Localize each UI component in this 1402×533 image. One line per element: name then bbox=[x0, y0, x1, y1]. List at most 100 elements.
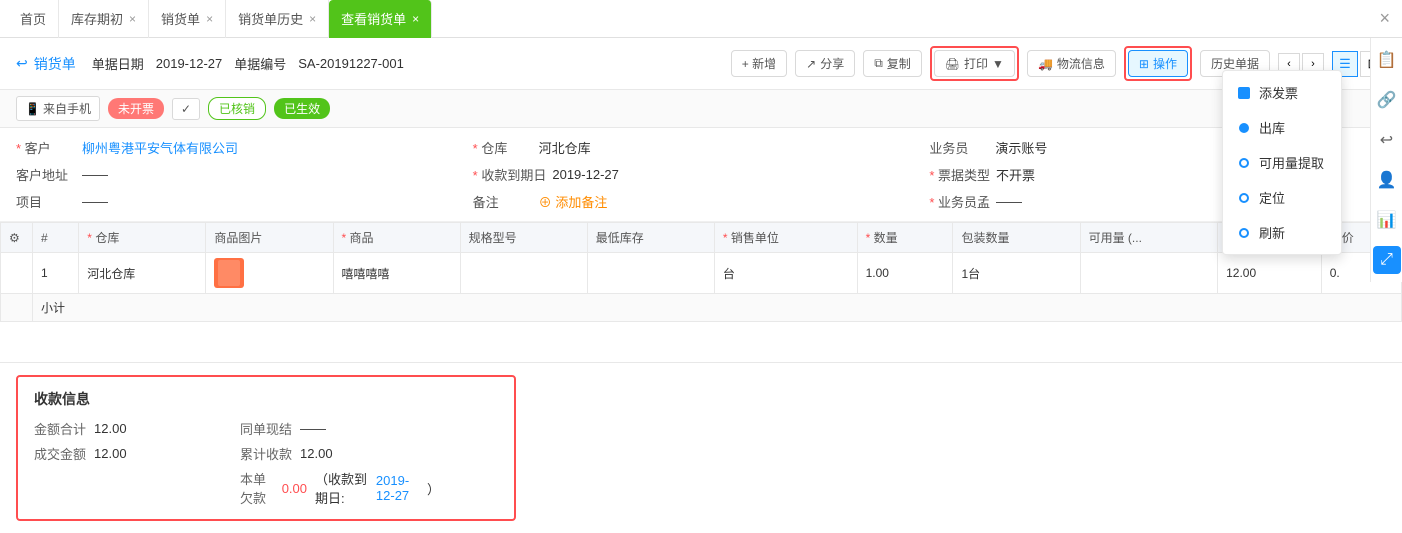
logistics-button[interactable]: 🚚 物流信息 bbox=[1027, 50, 1116, 77]
date-value: 2019-12-27 bbox=[156, 56, 223, 71]
tab-close-inventory[interactable]: × bbox=[129, 12, 136, 26]
row-min-stock-cell bbox=[587, 253, 714, 294]
confirm-icon: ✓ bbox=[181, 102, 191, 116]
form-row-2: 客户地址 —— 收款到期日 2019-12-27 票据类型 不开票 bbox=[16, 165, 1386, 184]
number-value: SA-20191227-001 bbox=[298, 56, 404, 71]
print-icon: 🖨 bbox=[945, 57, 960, 71]
ops-bar: 📱 来自手机 未开票 ✓ 已核销 已生效 bbox=[0, 90, 1402, 128]
customer-field: 客户 柳州粤港平安气体有限公司 bbox=[16, 138, 473, 157]
col-warehouse: 仓库 bbox=[79, 223, 206, 253]
share-icon: ↗ bbox=[806, 57, 816, 71]
customer-label: 客户 bbox=[16, 138, 76, 157]
add-note-button[interactable]: ⊕ 添加备注 bbox=[539, 192, 608, 211]
tab-view-sales[interactable]: 查看销货单 × bbox=[329, 0, 432, 38]
sidebar-icon-2[interactable]: 🔗 bbox=[1373, 86, 1401, 114]
table-section: ⚙ # 仓库 商品图片 商品 规格型号 最低库存 销售单位 数量 包装数量 可用… bbox=[0, 222, 1402, 362]
customer-value[interactable]: 柳州粤港平安气体有限公司 bbox=[82, 138, 238, 157]
sidebar-expand-button[interactable]: ⤢ bbox=[1373, 246, 1401, 274]
row-warehouse-cell: 河北仓库 bbox=[79, 253, 206, 294]
payment-date-value: 2019-12-27 bbox=[552, 167, 619, 182]
outbound-icon bbox=[1239, 123, 1249, 133]
ops-button[interactable]: ⊞ 操作 bbox=[1128, 50, 1188, 77]
col-product-img: 商品图片 bbox=[206, 223, 333, 253]
employee-label: 业务员 bbox=[929, 138, 989, 157]
dropdown-available-qty[interactable]: 可用量提取 bbox=[1223, 145, 1341, 180]
share-button[interactable]: ↗ 分享 bbox=[795, 50, 855, 77]
dropdown-add-invoice[interactable]: 添发票 bbox=[1223, 75, 1341, 110]
col-unit: 销售单位 bbox=[714, 223, 857, 253]
sidebar-icon-3[interactable]: ↩ bbox=[1373, 126, 1401, 154]
subtotal-label-cell: 小计 bbox=[33, 294, 1402, 322]
cumulative-label: 累计收款 bbox=[240, 444, 292, 463]
address-label: 客户地址 bbox=[16, 165, 76, 184]
doc-meta: 单据日期 2019-12-27 单据编号 SA-20191227-001 bbox=[92, 54, 404, 73]
sidebar-icon-5[interactable]: 📊 bbox=[1373, 206, 1401, 234]
logistics-icon: 🚚 bbox=[1038, 57, 1053, 71]
table-row: 1 河北仓库 嘻嘻嘻嘻 台 1.00 1台 bbox=[1, 253, 1402, 294]
print-button[interactable]: 🖨 打印 ▼ bbox=[934, 50, 1015, 77]
form-row-1: 客户 柳州粤港平安气体有限公司 仓库 河北仓库 业务员 演示账号 bbox=[16, 138, 1386, 157]
sales-person-label: 业务员孟 bbox=[929, 192, 990, 211]
employee-value: 演示账号 bbox=[995, 138, 1047, 157]
sidebar-icon-1[interactable]: 📋 bbox=[1373, 46, 1401, 74]
due-note: （收款到期日: bbox=[315, 469, 368, 507]
ticket-type-value: 不开票 bbox=[996, 165, 1035, 184]
note-label: 备注 bbox=[473, 192, 533, 211]
address-field: 客户地址 —— bbox=[16, 165, 473, 184]
row-num-cell: 1 bbox=[33, 253, 79, 294]
from-phone-button[interactable]: 📱 来自手机 bbox=[16, 96, 100, 121]
number-label: 单据编号 bbox=[234, 54, 286, 73]
row-pack-qty-cell: 1台 bbox=[953, 253, 1080, 294]
tab-home[interactable]: 首页 bbox=[8, 0, 59, 38]
same-order-label: 同单现结 bbox=[240, 419, 292, 438]
doc-title-text: 销货单 bbox=[34, 54, 76, 74]
window-close-button[interactable]: × bbox=[1379, 8, 1390, 29]
current-due-label: 本单欠款 bbox=[240, 469, 274, 507]
form-row-3: 项目 —— 备注 ⊕ 添加备注 业务员孟 —— bbox=[16, 192, 1386, 211]
doc-icon: ↩ bbox=[16, 55, 28, 72]
address-value: —— bbox=[82, 167, 108, 182]
copy-button[interactable]: ⧉ 复制 bbox=[863, 50, 922, 77]
document-header: ↩ 销货单 单据日期 2019-12-27 单据编号 SA-20191227-0… bbox=[0, 38, 1402, 90]
col-product: 商品 bbox=[333, 223, 460, 253]
same-order-value: —— bbox=[300, 421, 326, 436]
unopen-badge: 未开票 bbox=[108, 98, 164, 119]
ops-left: 📱 来自手机 未开票 ✓ 已核销 已生效 bbox=[16, 96, 330, 121]
tab-close-sales[interactable]: × bbox=[206, 12, 213, 26]
cumulative-item: 累计收款 12.00 bbox=[240, 444, 440, 463]
transaction-item: 成交金额 12.00 bbox=[34, 444, 234, 463]
tab-close-view-sales[interactable]: × bbox=[412, 12, 419, 26]
tab-close-sales-history[interactable]: × bbox=[309, 12, 316, 26]
phone-icon: 📱 bbox=[25, 102, 40, 116]
tab-inventory[interactable]: 库存期初 × bbox=[59, 0, 149, 38]
row-available-cell bbox=[1080, 253, 1218, 294]
current-due-value: 0.00 bbox=[282, 481, 307, 496]
new-button[interactable]: + 新增 bbox=[731, 50, 787, 77]
row-qty-cell: 1.00 bbox=[857, 253, 953, 294]
add-invoice-icon bbox=[1238, 87, 1250, 99]
warehouse-value: 河北仓库 bbox=[539, 138, 591, 157]
col-gear[interactable]: ⚙ bbox=[1, 223, 33, 253]
product-image bbox=[214, 258, 244, 288]
copy-icon: ⧉ bbox=[874, 56, 883, 71]
due-date: 2019-12-27 bbox=[376, 473, 419, 503]
total-value: 12.00 bbox=[94, 421, 127, 436]
subtotal-row: 小计 bbox=[1, 294, 1402, 322]
dropdown-outbound[interactable]: 出库 bbox=[1223, 110, 1341, 145]
available-qty-icon bbox=[1239, 158, 1249, 168]
transaction-label: 成交金额 bbox=[34, 444, 86, 463]
payment-box: 收款信息 金额合计 12.00 同单现结 —— 成交金额 12.00 bbox=[16, 375, 516, 521]
transaction-value: 12.00 bbox=[94, 446, 127, 461]
col-spec: 规格型号 bbox=[460, 223, 587, 253]
date-label: 单据日期 bbox=[92, 54, 144, 73]
tab-sales-history[interactable]: 销货单历史 × bbox=[226, 0, 329, 38]
dropdown-locate[interactable]: 定位 bbox=[1223, 180, 1341, 215]
total-label: 金额合计 bbox=[34, 419, 86, 438]
warehouse-label: 仓库 bbox=[473, 138, 533, 157]
project-field: 项目 —— bbox=[16, 192, 473, 211]
confirm-button[interactable]: ✓ bbox=[172, 98, 200, 120]
dropdown-refresh[interactable]: 刷新 bbox=[1223, 215, 1341, 250]
sidebar-icon-4[interactable]: 👤 bbox=[1373, 166, 1401, 194]
ops-button-wrapper: ⊞ 操作 bbox=[1124, 46, 1192, 81]
tab-sales[interactable]: 销货单 × bbox=[149, 0, 226, 38]
